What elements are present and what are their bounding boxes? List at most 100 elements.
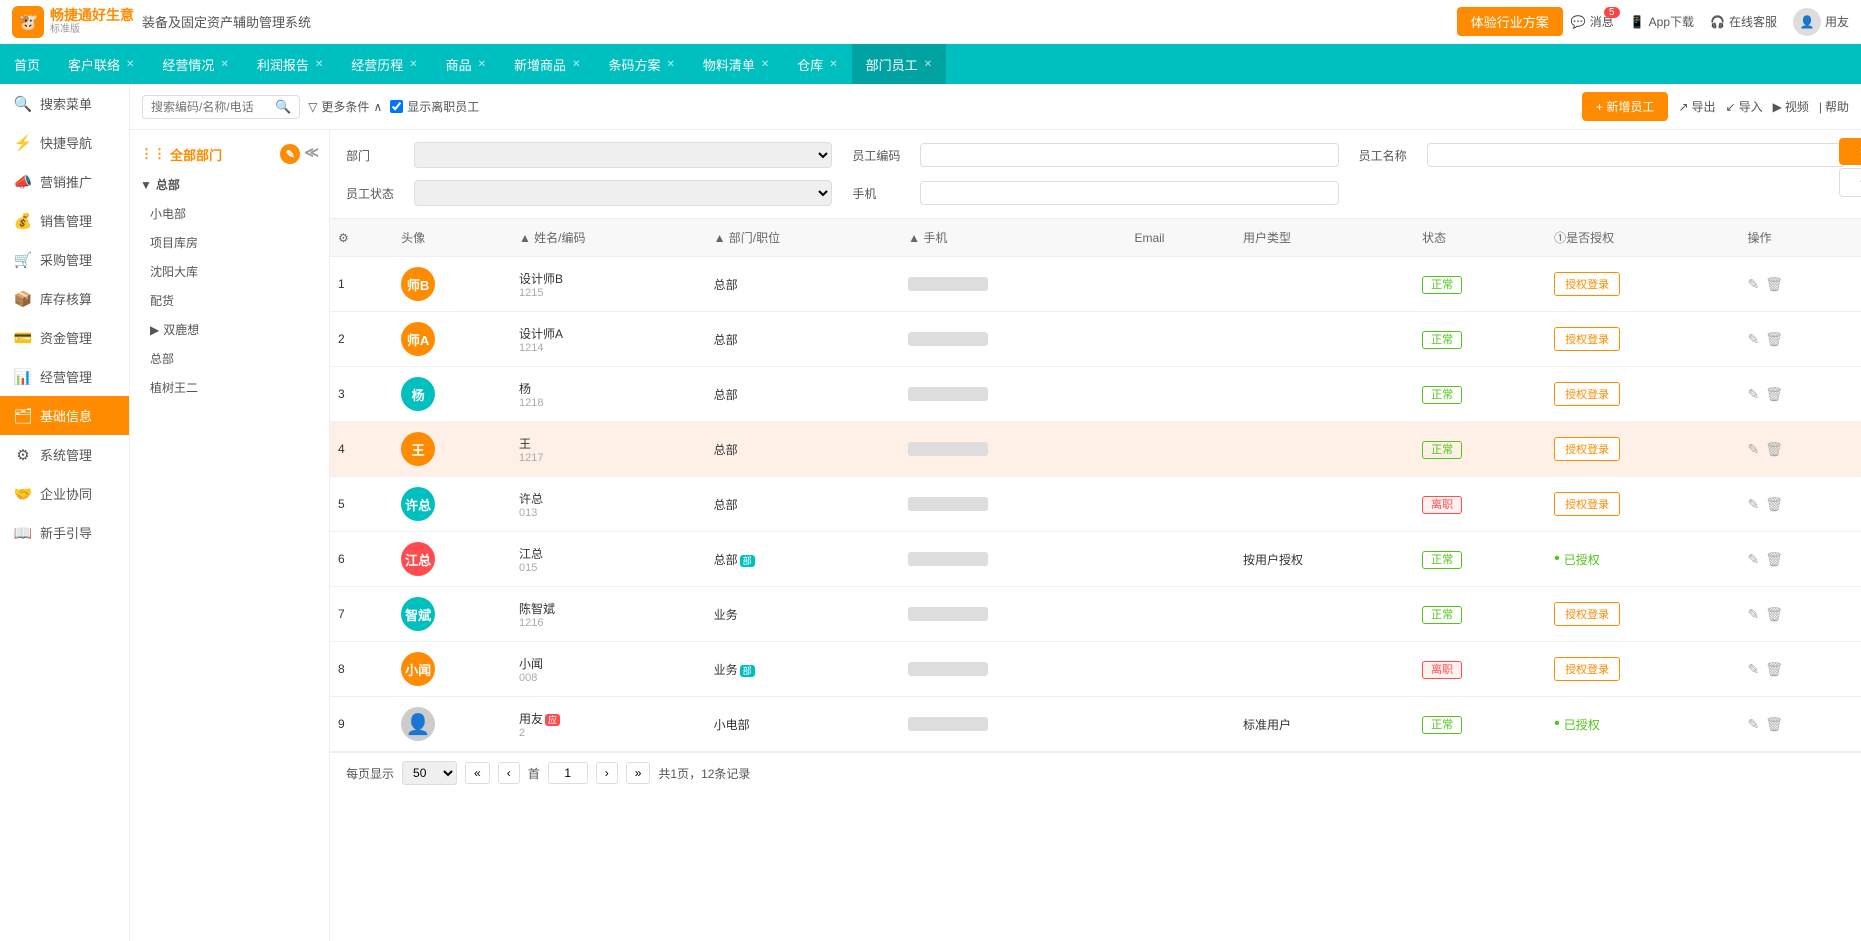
sidebar-item-finance[interactable]: 💳 资金管理 (0, 318, 129, 357)
nav-item-goods[interactable]: 商品✕ (432, 44, 500, 84)
edit-icon[interactable]: ✎ (1747, 441, 1759, 458)
delete-icon[interactable]: 🗑 (1765, 606, 1783, 623)
nav-item-bom[interactable]: 物料清单✕ (689, 44, 783, 84)
auth-button[interactable]: 授权登录 (1554, 382, 1620, 406)
page-size-select[interactable]: 50 100 (402, 761, 457, 785)
dept-item-shenyang[interactable]: 沈阳大库 (130, 257, 329, 286)
edit-icon[interactable]: ✎ (1747, 276, 1759, 293)
sidebar-item-business[interactable]: 📊 经营管理 (0, 357, 129, 396)
emp-code-input[interactable] (920, 143, 1338, 167)
dept-select[interactable] (414, 142, 832, 168)
delete-icon[interactable]: 🗑 (1765, 386, 1783, 403)
trial-button[interactable]: 体验行业方案 (1457, 7, 1563, 36)
more-filter-btn[interactable]: ▽ 更多条件 ∧ (308, 98, 382, 115)
auth-button[interactable]: 授权登录 (1554, 492, 1620, 516)
dept-label: 部门 (346, 147, 406, 164)
prev-btn[interactable]: ‹ (498, 762, 520, 784)
dept-item-peihuo[interactable]: 配货 (130, 286, 329, 315)
edit-icon[interactable]: ✎ (1747, 331, 1759, 348)
nav-item-profit[interactable]: 利润报告✕ (243, 44, 337, 84)
page-label: 首 (528, 765, 540, 782)
col-dept[interactable]: ▲ 部门/职位 (706, 219, 901, 257)
cell-dept: 总部 (706, 367, 901, 422)
user-action[interactable]: 👤 用友 (1793, 8, 1849, 36)
prev-prev-btn[interactable]: « (465, 762, 490, 784)
export-btn[interactable]: ↗ 导出 (1678, 98, 1715, 115)
col-settings[interactable]: ⚙ (330, 219, 393, 257)
edit-icon[interactable]: ✎ (1747, 386, 1759, 403)
phone-input[interactable] (920, 181, 1338, 205)
sidebar-item-collab[interactable]: 🤝 企业协同 (0, 474, 129, 513)
cell-action: ✎ 🗑 (1739, 587, 1861, 642)
sidebar-item-inventory[interactable]: 📦 库存核算 (0, 279, 129, 318)
nav-item-customer[interactable]: 客户联络✕ (54, 44, 148, 84)
sidebar-item-purchase[interactable]: 🛒 采购管理 (0, 240, 129, 279)
cell-auth: 已授权 (1546, 532, 1739, 587)
edit-icon[interactable]: ✎ (1747, 716, 1759, 733)
edit-icon[interactable]: ✎ (1747, 661, 1759, 678)
table-row: 5 许总 许总 013 总部 离职 授权登录 ✎ 🗑 (330, 477, 1861, 532)
sidebar-item-basic-info[interactable]: 🗂 基础信息 (0, 396, 129, 435)
collapse-btn[interactable]: ≪ (304, 144, 319, 164)
set-button[interactable]: 设置 (1839, 168, 1861, 197)
nav-item-add-goods[interactable]: 新增商品✕ (500, 44, 594, 84)
nav-item-warehouse[interactable]: 仓库✕ (783, 44, 851, 84)
search-icon-btn[interactable]: 🔍 (275, 99, 291, 115)
dept-item-zhishuwang[interactable]: 植树王二 (130, 373, 329, 402)
view-btn[interactable]: ▶ 视频 (1773, 98, 1809, 115)
sidebar-item-quicknav[interactable]: ⚡ 快捷导航 (0, 123, 129, 162)
help-btn[interactable]: | 帮助 (1819, 98, 1849, 115)
emp-name-input[interactable] (1427, 143, 1845, 167)
delete-icon[interactable]: 🗑 (1765, 441, 1783, 458)
dept-item-shuangluxiang[interactable]: ▶ 双鹿想 (130, 315, 329, 344)
online-service-action[interactable]: 🎧 在线客服 (1710, 13, 1777, 30)
col-name[interactable]: ▲ 姓名/编码 (511, 219, 706, 257)
nav-item-operation[interactable]: 经营情况✕ (148, 44, 242, 84)
show-resigned-label[interactable]: 显示离职员工 (390, 98, 479, 115)
finance-icon: 💳 (14, 329, 32, 347)
sidebar-item-search[interactable]: 🔍 搜索菜单 (0, 84, 129, 123)
sidebar-item-system[interactable]: ⚙ 系统管理 (0, 435, 129, 474)
col-phone[interactable]: ▲ 手机 (900, 219, 1126, 257)
nav-item-home[interactable]: 首页 (0, 44, 54, 84)
import-btn[interactable]: ↙ 导入 (1726, 98, 1763, 115)
nav-item-barcode[interactable]: 条码方案✕ (594, 44, 688, 84)
edit-icon[interactable]: ✎ (1747, 551, 1759, 568)
search-input[interactable] (151, 100, 271, 114)
auth-button[interactable]: 授权登录 (1554, 327, 1620, 351)
dept-edit-icon[interactable]: ✎ (280, 144, 300, 164)
show-resigned-checkbox[interactable] (390, 100, 403, 113)
dept-item-zongbu-group[interactable]: ▼ 总部 (130, 170, 329, 199)
dept-item-project[interactable]: 项目库房 (130, 228, 329, 257)
delete-icon[interactable]: 🗑 (1765, 496, 1783, 513)
auth-button[interactable]: 授权登录 (1554, 657, 1620, 681)
delete-icon[interactable]: 🗑 (1765, 716, 1783, 733)
page-input[interactable] (548, 762, 588, 784)
nav-item-history[interactable]: 经营历程✕ (337, 44, 431, 84)
add-employee-button[interactable]: + 新增员工 (1582, 92, 1668, 121)
delete-icon[interactable]: 🗑 (1765, 661, 1783, 678)
cell-avatar: 师A (393, 312, 511, 367)
auth-button[interactable]: 授权登录 (1554, 602, 1620, 626)
edit-icon[interactable]: ✎ (1747, 606, 1759, 623)
edit-icon[interactable]: ✎ (1747, 496, 1759, 513)
logo-text: 畅捷通好生意 标准版 (50, 7, 134, 36)
sidebar-item-guide[interactable]: 📖 新手引导 (0, 513, 129, 552)
query-button[interactable]: 查询 (1839, 138, 1861, 165)
dept-item-xiaodian[interactable]: 小电部 (130, 199, 329, 228)
cell-action: ✎ 🗑 (1739, 532, 1861, 587)
next-next-btn[interactable]: » (626, 762, 651, 784)
delete-icon[interactable]: 🗑 (1765, 276, 1783, 293)
next-btn[interactable]: › (596, 762, 618, 784)
emp-status-select[interactable] (414, 180, 832, 206)
app-download-action[interactable]: 📱 App下载 (1630, 13, 1694, 30)
dept-item-zongbu[interactable]: 总部 (130, 344, 329, 373)
sidebar-item-sales[interactable]: 💰 销售管理 (0, 201, 129, 240)
auth-button[interactable]: 授权登录 (1554, 272, 1620, 296)
sidebar-item-marketing[interactable]: 📣 营销推广 (0, 162, 129, 201)
nav-item-employees[interactable]: 部门员工✕ (852, 44, 946, 84)
message-action[interactable]: 💬 消息 5 (1571, 13, 1614, 30)
auth-button[interactable]: 授权登录 (1554, 437, 1620, 461)
delete-icon[interactable]: 🗑 (1765, 551, 1783, 568)
delete-icon[interactable]: 🗑 (1765, 331, 1783, 348)
